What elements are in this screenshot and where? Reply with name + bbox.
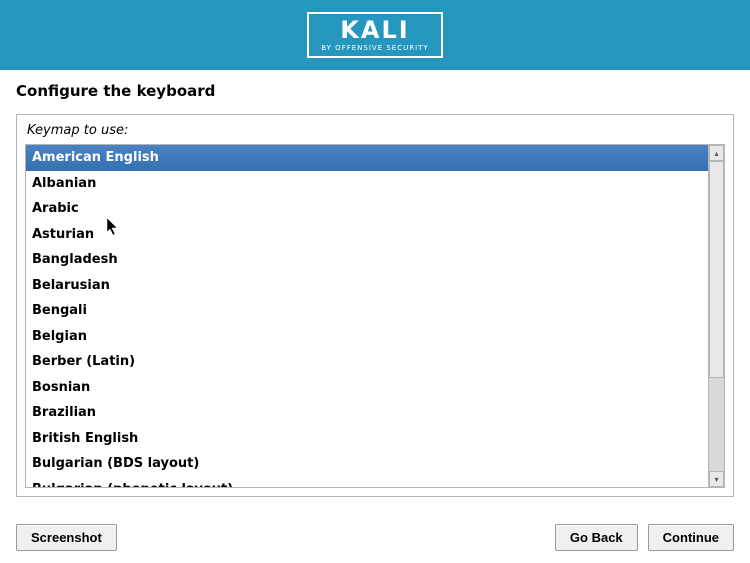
list-item[interactable]: Berber (Latin): [26, 349, 708, 375]
list-item[interactable]: American English: [26, 145, 708, 171]
screenshot-button[interactable]: Screenshot: [16, 524, 117, 551]
kali-logo: KALI BY OFFENSIVE SECURITY: [307, 12, 442, 58]
scroll-track[interactable]: [709, 161, 724, 471]
list-item[interactable]: Asturian: [26, 222, 708, 248]
page-title: Configure the keyboard: [16, 82, 734, 100]
scroll-thumb[interactable]: [709, 161, 724, 378]
footer-bar: Screenshot Go Back Continue: [16, 524, 734, 551]
list-item[interactable]: Bulgarian (phonetic layout): [26, 477, 708, 488]
keymap-panel: Keymap to use: American EnglishAlbanianA…: [16, 114, 734, 497]
go-back-button[interactable]: Go Back: [555, 524, 638, 551]
keymap-prompt: Keymap to use:: [25, 123, 725, 138]
logo-subtitle: BY OFFENSIVE SECURITY: [321, 44, 428, 52]
list-item[interactable]: Albanian: [26, 171, 708, 197]
continue-button[interactable]: Continue: [648, 524, 734, 551]
list-item[interactable]: Arabic: [26, 196, 708, 222]
scroll-down-arrow-icon[interactable]: ▾: [709, 471, 724, 487]
scroll-up-arrow-icon[interactable]: ▴: [709, 145, 724, 161]
main-content: Configure the keyboard Keymap to use: Am…: [0, 70, 750, 497]
list-item[interactable]: Bosnian: [26, 375, 708, 401]
list-item[interactable]: Belgian: [26, 324, 708, 350]
list-item[interactable]: Bengali: [26, 298, 708, 324]
list-item[interactable]: Belarusian: [26, 273, 708, 299]
list-item[interactable]: Brazilian: [26, 400, 708, 426]
scrollbar[interactable]: ▴ ▾: [708, 145, 724, 487]
list-item[interactable]: British English: [26, 426, 708, 452]
list-item[interactable]: Bulgarian (BDS layout): [26, 451, 708, 477]
keymap-listbox[interactable]: American EnglishAlbanianArabicAsturianBa…: [25, 144, 725, 488]
installer-header: KALI BY OFFENSIVE SECURITY: [0, 0, 750, 70]
keymap-list-inner: American EnglishAlbanianArabicAsturianBa…: [26, 145, 708, 487]
logo-text: KALI: [321, 18, 428, 42]
list-item[interactable]: Bangladesh: [26, 247, 708, 273]
footer-right: Go Back Continue: [555, 524, 734, 551]
